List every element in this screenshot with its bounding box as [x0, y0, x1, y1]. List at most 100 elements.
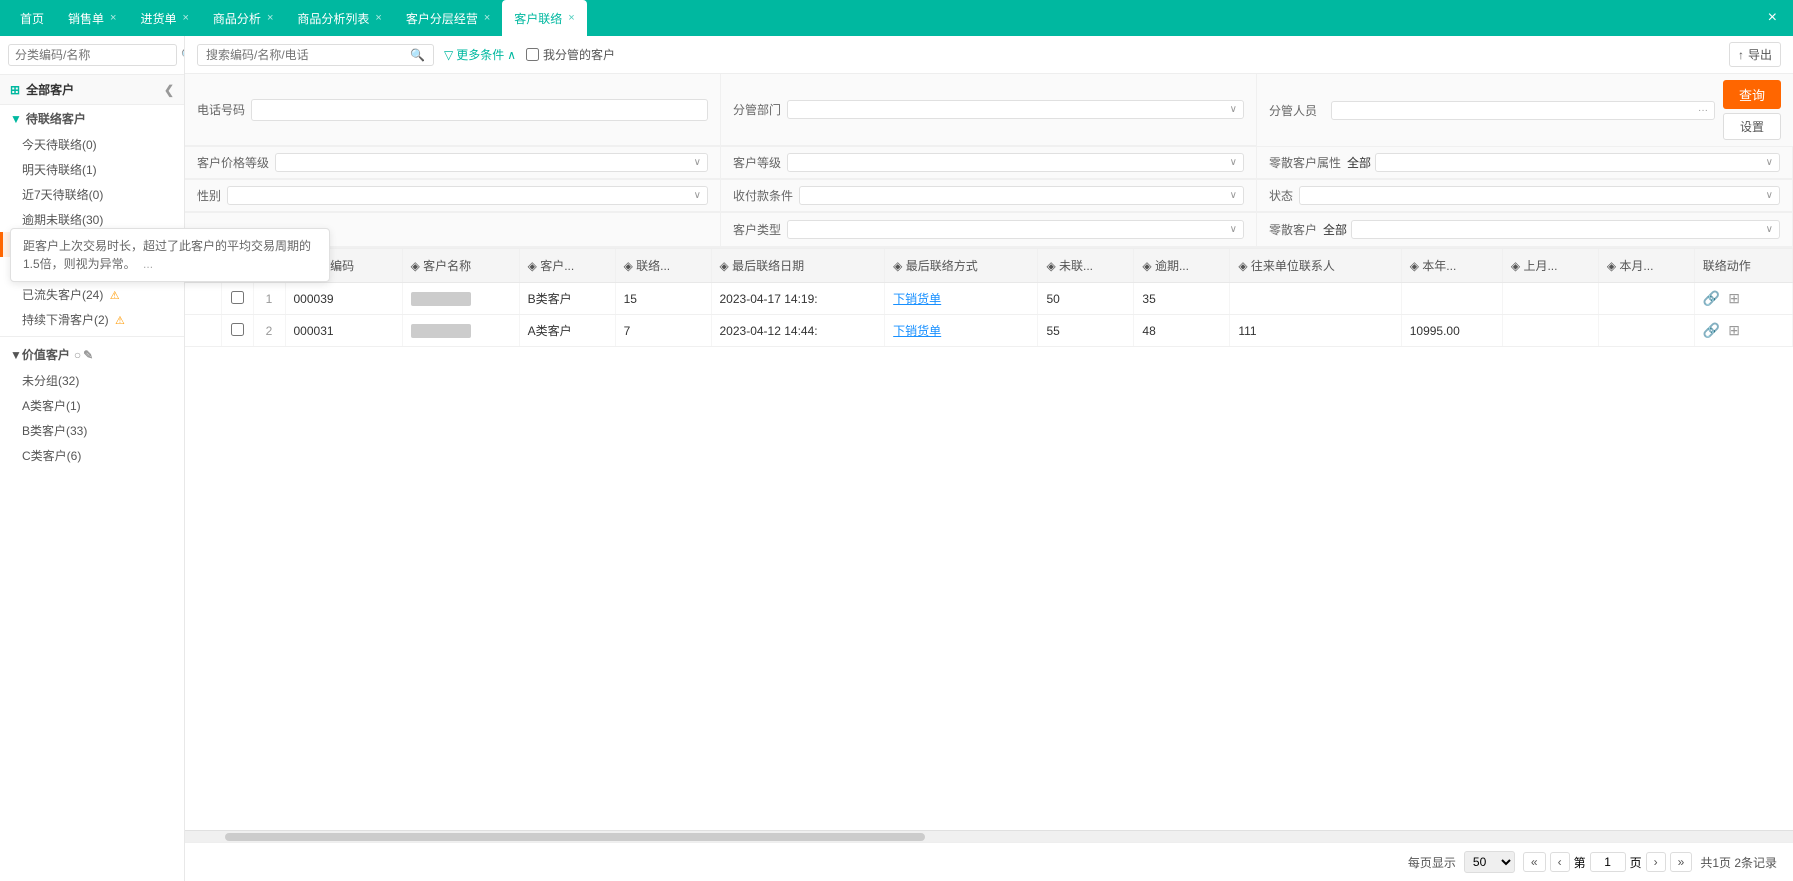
- contact-method-link[interactable]: 下销货单: [893, 292, 941, 306]
- filter-manager-row: 分管人员 ··· 查询 设置: [1257, 74, 1793, 146]
- next-page-button[interactable]: ›: [1646, 852, 1666, 872]
- action-icon-link[interactable]: 🔗: [1703, 290, 1720, 307]
- nav-customer-contact[interactable]: 客户联络 ×: [502, 0, 586, 36]
- main-search-input[interactable]: [206, 48, 406, 62]
- row-checkbox[interactable]: [231, 291, 244, 304]
- row-actions: 🔗 ⊞: [1694, 283, 1792, 315]
- sidebar-item-c-class[interactable]: C类客户(6): [0, 443, 184, 468]
- edit-icon[interactable]: ○: [74, 348, 81, 362]
- nav-product-analysis[interactable]: 商品分析 ×: [201, 0, 285, 36]
- retail-attr-chevron-icon: ∨: [1766, 157, 1773, 168]
- retail-customer-select[interactable]: ∨: [1351, 220, 1780, 239]
- sidebar-all-customers[interactable]: ⊞ 全部客户 ❮: [0, 75, 184, 105]
- first-page-button[interactable]: «: [1523, 852, 1546, 872]
- manager-select[interactable]: ···: [1331, 101, 1715, 120]
- row-last-contact-method: 下销货单: [885, 315, 1038, 347]
- row-checkbox[interactable]: [231, 323, 244, 336]
- th-this-month: ◈ 本月...: [1598, 249, 1694, 283]
- action-icons-wrap: 🔗 ⊞: [1703, 290, 1784, 307]
- th-last-month: ◈ 上月...: [1502, 249, 1598, 283]
- nav-product-analysis-close[interactable]: ×: [267, 12, 273, 24]
- retail-attr-label: 零散客户属性: [1269, 154, 1341, 171]
- nav-customer-segment-close[interactable]: ×: [484, 12, 490, 24]
- row-index: 2: [253, 315, 285, 347]
- row-last-contact-method: 下销货单: [885, 283, 1038, 315]
- table-header-row: ⚙ ◈ 客户编码 ◈ 客户名称 ◈ 客户... ◈ 联络... ◈ 最后联络日期…: [185, 249, 1793, 283]
- contact-method-link[interactable]: 下销货单: [893, 324, 941, 338]
- sidebar-search-input[interactable]: [8, 44, 177, 66]
- row-checkbox-cell: [221, 283, 253, 315]
- nav-product-list-close[interactable]: ×: [375, 12, 381, 24]
- window-close-button[interactable]: ×: [1760, 9, 1785, 27]
- filter-retail-attr: 零散客户属性 全部 ∨: [1257, 147, 1793, 179]
- chevron-up-icon: ∧: [507, 48, 516, 62]
- sidebar-item-ungrouped[interactable]: 未分组(32): [0, 368, 184, 393]
- query-button[interactable]: 查询: [1723, 80, 1781, 109]
- th-unit-contact: ◈ 往来单位联系人: [1230, 249, 1401, 283]
- tooltip-repurchase: 距客户上次交易时长，超过了此客户的平均交易周期的1.5倍，则视为异常。 ...: [10, 228, 330, 282]
- row-type: B类客户: [519, 283, 615, 315]
- current-page-input[interactable]: [1590, 852, 1626, 872]
- pagination-bar: 每页显示 50 10 20 100 « ‹ 第 页 › » 共1页 2条记录: [185, 842, 1793, 881]
- nav-home[interactable]: 首页: [8, 0, 56, 36]
- row-overdue: 48: [1134, 315, 1230, 347]
- horizontal-scrollbar-thumb[interactable]: [225, 833, 925, 841]
- sidebar-value-group[interactable]: ▼ 价值客户 ○ ✎: [0, 341, 184, 368]
- settings-button[interactable]: 设置: [1723, 113, 1781, 140]
- row-checkbox-cell: [221, 315, 253, 347]
- action-icon-link[interactable]: 🔗: [1703, 322, 1720, 339]
- phone-input[interactable]: [251, 99, 708, 121]
- th-last-contact-date: ◈ 最后联络日期: [711, 249, 885, 283]
- row-this-year: [1401, 283, 1502, 315]
- dept-label: 分管部门: [733, 101, 781, 118]
- sidebar-item-declining[interactable]: 持续下滑客户(2) ⚠: [0, 307, 184, 332]
- collapse-icon: ❮: [164, 83, 174, 97]
- export-button[interactable]: ↑ 导出: [1729, 42, 1781, 67]
- sidebar-item-b-class[interactable]: B类客户(33): [0, 418, 184, 443]
- sidebar-item-7days[interactable]: 近7天待联络(0): [0, 182, 184, 207]
- nav-purchase[interactable]: 进货单 ×: [128, 0, 200, 36]
- retail-customer-label: 零散客户: [1269, 221, 1317, 238]
- filter-price-level: 客户价格等级 ∨: [185, 147, 721, 179]
- sidebar-pending-group[interactable]: ▼ 待联络客户: [0, 105, 184, 132]
- action-icon-grid[interactable]: ⊞: [1728, 322, 1740, 339]
- row-not-contacted: 50: [1038, 283, 1134, 315]
- more-conditions-btn[interactable]: ▽ 更多条件 ∧: [444, 46, 516, 63]
- row-not-contacted: 55: [1038, 315, 1134, 347]
- last-page-button[interactable]: »: [1670, 852, 1693, 872]
- dept-select[interactable]: ∨: [787, 100, 1244, 119]
- nav-customer-segment[interactable]: 客户分层经营 ×: [394, 0, 502, 36]
- horizontal-scrollbar[interactable]: [185, 830, 1793, 842]
- price-level-select[interactable]: ∨: [275, 153, 708, 172]
- nav-sales[interactable]: 销售单 ×: [56, 0, 128, 36]
- retail-attr-select[interactable]: ∨: [1375, 153, 1780, 172]
- payment-select[interactable]: ∨: [799, 186, 1244, 205]
- payment-label: 收付款条件: [733, 187, 793, 204]
- customer-type-select[interactable]: ∨: [787, 220, 1244, 239]
- sidebar-item-tomorrow[interactable]: 明天待联络(1): [0, 157, 184, 182]
- row-type: A类客户: [519, 315, 615, 347]
- sidebar-item-a-class[interactable]: A类客户(1): [0, 393, 184, 418]
- row-last-contact-date: 2023-04-17 14:19:: [711, 283, 885, 315]
- row-name: [402, 315, 519, 347]
- my-customers-checkbox[interactable]: [526, 48, 539, 61]
- edit2-icon[interactable]: ✎: [83, 348, 93, 362]
- nav-customer-contact-close[interactable]: ×: [568, 12, 574, 24]
- filter-top-bar: 🔍 ▽ 更多条件 ∧ 我分管的客户 ↑ 导出: [185, 36, 1793, 74]
- sidebar-item-churned[interactable]: 已流失客户(24) ⚠: [0, 282, 184, 307]
- gender-select[interactable]: ∨: [227, 186, 708, 205]
- nav-purchase-close[interactable]: ×: [182, 12, 188, 24]
- filter-customer-level: 客户等级 ∨: [721, 147, 1257, 179]
- row-actions: 🔗 ⊞: [1694, 315, 1792, 347]
- status-select[interactable]: ∨: [1299, 186, 1780, 205]
- nav-sales-close[interactable]: ×: [110, 12, 116, 24]
- main-search-icon[interactable]: 🔍: [410, 48, 425, 62]
- sidebar-item-today[interactable]: 今天待联络(0): [0, 132, 184, 157]
- action-icon-grid[interactable]: ⊞: [1728, 290, 1740, 307]
- per-page-select[interactable]: 50 10 20 100: [1464, 851, 1515, 873]
- page-prefix: 第: [1574, 854, 1586, 871]
- th-this-year: ◈ 本年...: [1401, 249, 1502, 283]
- prev-page-button[interactable]: ‹: [1550, 852, 1570, 872]
- customer-level-select[interactable]: ∨: [787, 153, 1244, 172]
- nav-product-list[interactable]: 商品分析列表 ×: [285, 0, 393, 36]
